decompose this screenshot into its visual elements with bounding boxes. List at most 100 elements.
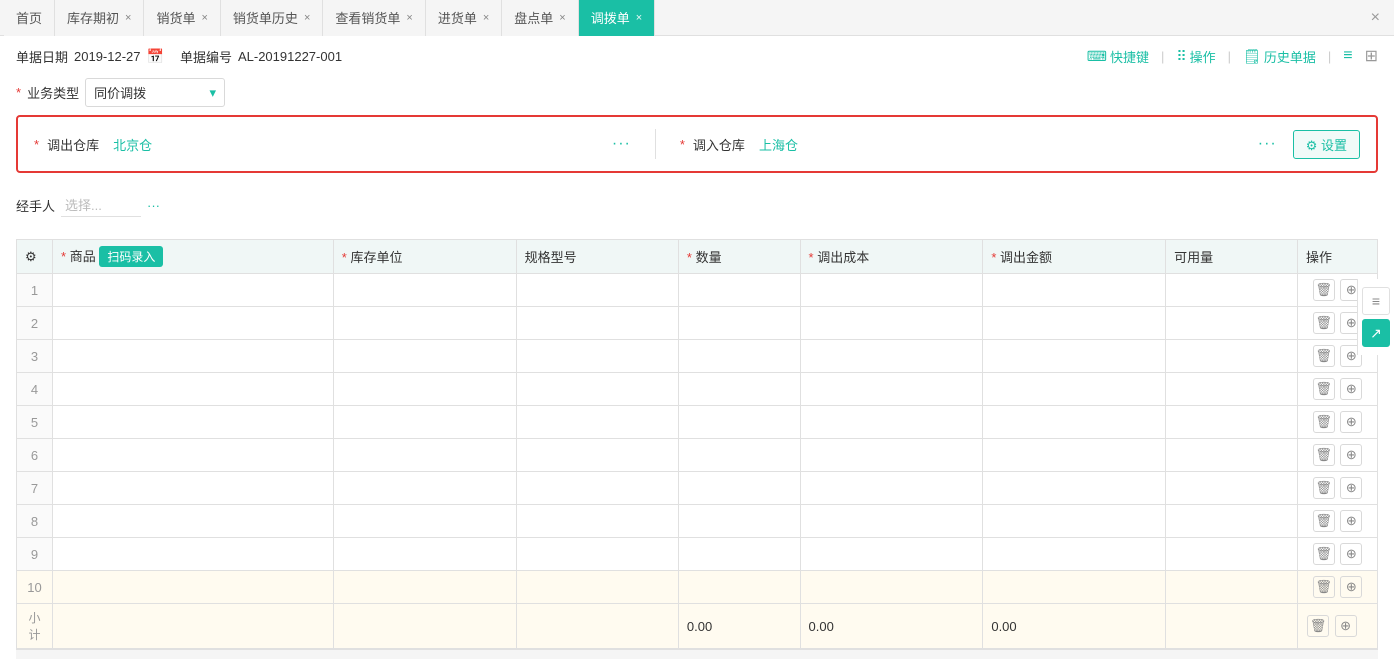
row-copy-icon-7[interactable]: ⊕ <box>1340 477 1362 499</box>
row-product-7[interactable] <box>53 472 334 505</box>
row-amount-1[interactable] <box>983 274 1166 307</box>
row-delete-icon-7[interactable]: 🗑 <box>1313 477 1335 499</box>
row-copy-icon-6[interactable]: ⊕ <box>1340 444 1362 466</box>
row-delete-icon-5[interactable]: 🗑 <box>1313 411 1335 433</box>
row-delete-icon-9[interactable]: 🗑 <box>1313 543 1335 565</box>
history-action[interactable]: 🗒 历史单据 <box>1243 47 1316 66</box>
row-delete-icon-2[interactable]: 🗑 <box>1313 312 1335 334</box>
row-copy-icon-5[interactable]: ⊕ <box>1340 411 1362 433</box>
row-qty-7[interactable] <box>678 472 800 505</box>
row-product-6[interactable] <box>53 439 334 472</box>
row-cost-10[interactable] <box>800 571 983 604</box>
row-copy-icon-9[interactable]: ⊕ <box>1340 543 1362 565</box>
row-product-3[interactable] <box>53 340 334 373</box>
row-amount-6[interactable] <box>983 439 1166 472</box>
row-available-5[interactable] <box>1166 406 1298 439</box>
row-cost-8[interactable] <box>800 505 983 538</box>
row-product-5[interactable] <box>53 406 334 439</box>
row-spec-4[interactable] <box>516 373 678 406</box>
tab-sales-order-close[interactable]: × <box>201 12 207 24</box>
horizontal-scrollbar[interactable] <box>16 649 1378 659</box>
row-spec-2[interactable] <box>516 307 678 340</box>
row-unit-1[interactable] <box>333 274 516 307</box>
row-available-7[interactable] <box>1166 472 1298 505</box>
tab-stocktake[interactable]: 盘点单 × <box>502 0 578 36</box>
calendar-icon[interactable]: 📅 <box>147 48 164 65</box>
row-available-6[interactable] <box>1166 439 1298 472</box>
row-cost-6[interactable] <box>800 439 983 472</box>
sidebar-list-icon[interactable]: ≡ <box>1362 287 1390 315</box>
row-copy-icon-8[interactable]: ⊕ <box>1340 510 1362 532</box>
shortcut-action[interactable]: ⌨ 快捷键 <box>1087 47 1149 66</box>
warehouse-in-more-button[interactable]: ··· <box>1258 135 1277 153</box>
business-type-dropdown[interactable]: 同价调拨 ▾ <box>85 78 225 107</box>
row-cost-9[interactable] <box>800 538 983 571</box>
tab-inventory-init-close[interactable]: × <box>125 12 131 24</box>
tab-transfer-close[interactable]: × <box>636 12 642 24</box>
tab-view-sales[interactable]: 查看销货单 × <box>323 0 425 36</box>
row-product-4[interactable] <box>53 373 334 406</box>
tab-stocktake-close[interactable]: × <box>559 12 565 24</box>
window-close-button[interactable]: × <box>1365 7 1386 29</box>
row-product-9[interactable] <box>53 538 334 571</box>
row-copy-icon-10[interactable]: ⊕ <box>1340 576 1362 598</box>
tab-sales-order[interactable]: 销货单 × <box>144 0 220 36</box>
settings-button[interactable]: ⚙ 设置 <box>1293 130 1360 159</box>
scan-button[interactable]: 扫码录入 <box>99 246 163 267</box>
row-amount-3[interactable] <box>983 340 1166 373</box>
handler-input[interactable]: 选择... <box>61 193 141 217</box>
tab-purchase-close[interactable]: × <box>483 12 489 24</box>
row-qty-4[interactable] <box>678 373 800 406</box>
tab-home[interactable]: 首页 <box>4 0 55 36</box>
row-spec-7[interactable] <box>516 472 678 505</box>
row-product-8[interactable] <box>53 505 334 538</box>
layout-icon-2[interactable]: ⊞ <box>1365 46 1378 66</box>
row-delete-icon-8[interactable]: 🗑 <box>1313 510 1335 532</box>
row-amount-9[interactable] <box>983 538 1166 571</box>
row-available-8[interactable] <box>1166 505 1298 538</box>
row-available-2[interactable] <box>1166 307 1298 340</box>
row-product-2[interactable] <box>53 307 334 340</box>
row-qty-10[interactable] <box>678 571 800 604</box>
row-cost-3[interactable] <box>800 340 983 373</box>
layout-icon-1[interactable]: ≡ <box>1343 47 1352 65</box>
row-unit-10[interactable] <box>333 571 516 604</box>
row-unit-4[interactable] <box>333 373 516 406</box>
row-unit-2[interactable] <box>333 307 516 340</box>
row-unit-7[interactable] <box>333 472 516 505</box>
row-unit-6[interactable] <box>333 439 516 472</box>
row-spec-10[interactable] <box>516 571 678 604</box>
row-delete-icon-10[interactable]: 🗑 <box>1313 576 1335 598</box>
tab-transfer[interactable]: 调拨单 × <box>579 0 655 36</box>
row-amount-2[interactable] <box>983 307 1166 340</box>
row-spec-6[interactable] <box>516 439 678 472</box>
row-unit-9[interactable] <box>333 538 516 571</box>
row-amount-8[interactable] <box>983 505 1166 538</box>
row-product-10[interactable] <box>53 571 334 604</box>
row-unit-3[interactable] <box>333 340 516 373</box>
row-cost-4[interactable] <box>800 373 983 406</box>
row-amount-7[interactable] <box>983 472 1166 505</box>
row-delete-icon-4[interactable]: 🗑 <box>1313 378 1335 400</box>
tab-inventory-init[interactable]: 库存期初 × <box>55 0 144 36</box>
row-qty-6[interactable] <box>678 439 800 472</box>
row-amount-5[interactable] <box>983 406 1166 439</box>
row-qty-5[interactable] <box>678 406 800 439</box>
row-amount-4[interactable] <box>983 373 1166 406</box>
handler-more-button[interactable]: ··· <box>147 198 160 213</box>
row-qty-9[interactable] <box>678 538 800 571</box>
sidebar-export-icon[interactable]: ↗ <box>1362 319 1390 347</box>
row-available-3[interactable] <box>1166 340 1298 373</box>
row-spec-3[interactable] <box>516 340 678 373</box>
row-available-9[interactable] <box>1166 538 1298 571</box>
row-available-1[interactable] <box>1166 274 1298 307</box>
warehouse-out-more-button[interactable]: ··· <box>612 135 631 153</box>
th-gear[interactable]: ⚙ <box>17 240 53 274</box>
row-cost-5[interactable] <box>800 406 983 439</box>
tab-sales-history-close[interactable]: × <box>304 12 310 24</box>
row-unit-5[interactable] <box>333 406 516 439</box>
tab-sales-history[interactable]: 销货单历史 × <box>221 0 323 36</box>
operations-action[interactable]: ⠿ 操作 <box>1176 47 1215 66</box>
row-cost-1[interactable] <box>800 274 983 307</box>
tab-purchase[interactable]: 进货单 × <box>426 0 502 36</box>
